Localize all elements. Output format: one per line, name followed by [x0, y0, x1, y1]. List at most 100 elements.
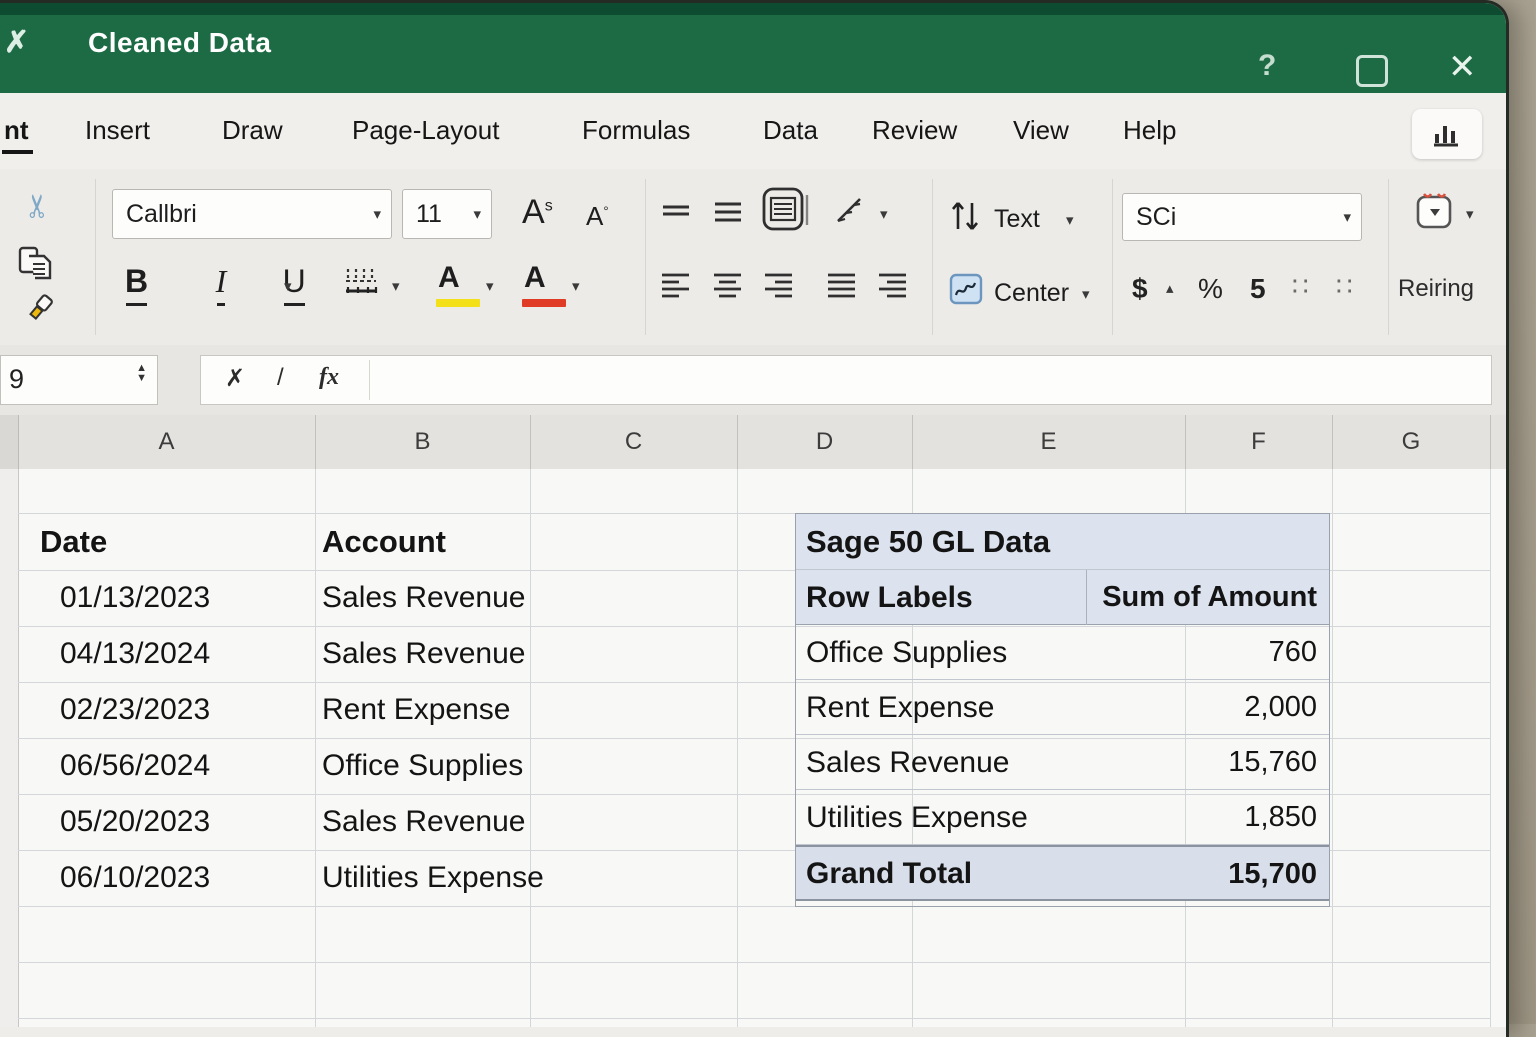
- bold-button[interactable]: B: [125, 263, 148, 299]
- column-header-c[interactable]: C: [530, 415, 737, 469]
- maximize-button[interactable]: [1356, 55, 1388, 87]
- align-top-button[interactable]: [660, 201, 692, 227]
- close-icon-left[interactable]: ✗: [4, 25, 29, 60]
- align-left-button[interactable]: [660, 271, 692, 301]
- align-center-button[interactable]: [712, 271, 744, 301]
- borders-chevron-icon[interactable]: ▾: [392, 277, 400, 295]
- pivot-row[interactable]: Office Supplies 760: [796, 625, 1329, 680]
- cell-date[interactable]: 06/10/2023: [60, 850, 210, 906]
- highlight-chevron-icon[interactable]: ▾: [486, 277, 494, 295]
- tab-nt-active[interactable]: nt: [2, 115, 33, 154]
- comma-style-button[interactable]: 5: [1250, 273, 1266, 305]
- conditional-formatting-chevron-icon[interactable]: ▾: [1466, 205, 1474, 223]
- text-dropdown[interactable]: Text: [994, 205, 1040, 234]
- currency-button[interactable]: $: [1132, 273, 1148, 305]
- increase-decimal-button[interactable]: ∷: [1292, 271, 1309, 302]
- name-box-spinner[interactable]: ▲ ▼: [136, 363, 147, 384]
- cell-account[interactable]: Office Supplies: [322, 738, 523, 794]
- font-color-button[interactable]: A: [522, 261, 566, 307]
- cell-account[interactable]: Rent Expense: [322, 682, 510, 738]
- pivot-title-row[interactable]: Sage 50 GL Data: [796, 514, 1329, 570]
- pivot-row[interactable]: Rent Expense 2,000: [796, 680, 1329, 735]
- cell-account[interactable]: Sales Revenue: [322, 626, 525, 682]
- pivot-header-row[interactable]: Row Labels Sum of Amount: [796, 570, 1329, 625]
- column-header-a[interactable]: A: [18, 415, 315, 469]
- text-direction-button[interactable]: [948, 195, 982, 235]
- tab-data[interactable]: Data: [763, 115, 818, 146]
- orientation-chevron-icon[interactable]: ▾: [880, 205, 888, 223]
- cell-date[interactable]: 04/13/2024: [60, 626, 210, 682]
- cell-account[interactable]: Sales Revenue: [322, 794, 525, 850]
- tab-formulas[interactable]: Formulas: [582, 115, 690, 146]
- formula-input[interactable]: [381, 356, 1485, 404]
- help-button[interactable]: ?: [1258, 49, 1276, 83]
- tab-insert[interactable]: Insert: [85, 115, 150, 146]
- column-header-d[interactable]: D: [737, 415, 912, 469]
- percent-style-button[interactable]: %: [1198, 273, 1223, 305]
- pivot-row-value[interactable]: 15,760: [1228, 735, 1317, 790]
- close-button[interactable]: ✕: [1448, 47, 1477, 87]
- pivot-row-value[interactable]: 2,000: [1244, 680, 1317, 735]
- pivot-row[interactable]: Sales Revenue 15,760: [796, 735, 1329, 790]
- cell-date[interactable]: 05/20/2023: [60, 794, 210, 850]
- pivot-row-value[interactable]: 1,850: [1244, 790, 1317, 845]
- currency-chevron-icon[interactable]: ▴: [1166, 279, 1174, 297]
- pivot-row-label[interactable]: Office Supplies: [806, 625, 1007, 680]
- pivot-row-labels-header[interactable]: Row Labels: [806, 570, 973, 625]
- tab-review[interactable]: Review: [872, 115, 957, 146]
- cell-date[interactable]: 01/13/2023: [60, 570, 210, 626]
- column-header-e[interactable]: E: [912, 415, 1185, 469]
- tab-draw[interactable]: Draw: [222, 115, 283, 146]
- format-painter-button[interactable]: [22, 291, 58, 327]
- cell-date-header[interactable]: Date: [40, 513, 107, 570]
- pivot-row-value[interactable]: 760: [1269, 625, 1317, 680]
- align-right-button[interactable]: [762, 271, 794, 301]
- pivot-row[interactable]: Utilities Expense 1,850: [796, 790, 1329, 845]
- center-dropdown[interactable]: Center: [994, 279, 1069, 308]
- pivot-row-label[interactable]: Utilities Expense: [806, 790, 1028, 845]
- pivot-row-label[interactable]: Rent Expense: [806, 680, 994, 735]
- copy-button[interactable]: [16, 245, 54, 285]
- orientation-button[interactable]: [830, 189, 872, 231]
- tab-page-layout[interactable]: Page-Layout: [352, 115, 499, 146]
- column-header-f[interactable]: F: [1185, 415, 1332, 469]
- shrink-font-button[interactable]: A°: [586, 201, 609, 232]
- pivot-row-label[interactable]: Sales Revenue: [806, 735, 1009, 790]
- cell-date[interactable]: 06/56/2024: [60, 738, 210, 794]
- cell-account-header[interactable]: Account: [322, 513, 446, 570]
- center-chevron-icon[interactable]: ▾: [1082, 285, 1090, 303]
- increase-indent-button[interactable]: [876, 271, 908, 301]
- merge-center-button[interactable]: [948, 271, 984, 307]
- pivot-grand-total-row[interactable]: Grand Total 15,700: [796, 845, 1329, 901]
- decrease-decimal-button[interactable]: ∷: [1336, 271, 1353, 302]
- decrease-indent-button[interactable]: [826, 271, 858, 301]
- column-header-g[interactable]: G: [1332, 415, 1490, 469]
- highlight-color-button[interactable]: A: [436, 261, 480, 307]
- grow-font-button[interactable]: As: [522, 193, 553, 232]
- wrap-text-button[interactable]: [760, 185, 812, 235]
- name-box[interactable]: 9 ▲ ▼: [0, 355, 158, 405]
- font-size-combobox[interactable]: 11 ▾: [402, 189, 492, 239]
- select-all-stub[interactable]: [0, 415, 19, 469]
- font-name-combobox[interactable]: Callbri ▾: [112, 189, 392, 239]
- conditional-formatting-button[interactable]: [1412, 189, 1460, 235]
- text-chevron-icon[interactable]: ▾: [1066, 211, 1074, 229]
- font-color-chevron-icon[interactable]: ▾: [572, 277, 580, 295]
- chart-button[interactable]: [1412, 109, 1482, 159]
- underline-chevron-icon[interactable]: ▾: [284, 277, 292, 295]
- number-format-combobox[interactable]: SCi ▾: [1122, 193, 1362, 241]
- cancel-button[interactable]: ✗: [225, 364, 245, 393]
- insert-function-button[interactable]: fx: [319, 364, 339, 391]
- tab-help[interactable]: Help: [1123, 115, 1176, 146]
- cell-account[interactable]: Sales Revenue: [322, 570, 525, 626]
- cell-account[interactable]: Utilities Expense: [322, 850, 544, 906]
- column-header-b[interactable]: B: [315, 415, 530, 469]
- borders-button[interactable]: [342, 265, 382, 299]
- align-middle-button[interactable]: [712, 199, 744, 227]
- tab-view[interactable]: View: [1013, 115, 1069, 146]
- cell-date[interactable]: 02/23/2023: [60, 682, 210, 738]
- pivot-sum-header[interactable]: Sum of Amount: [1102, 570, 1317, 625]
- italic-button[interactable]: I: [216, 263, 227, 299]
- cut-button[interactable]: ✂: [18, 193, 56, 220]
- enter-button[interactable]: /: [277, 364, 284, 392]
